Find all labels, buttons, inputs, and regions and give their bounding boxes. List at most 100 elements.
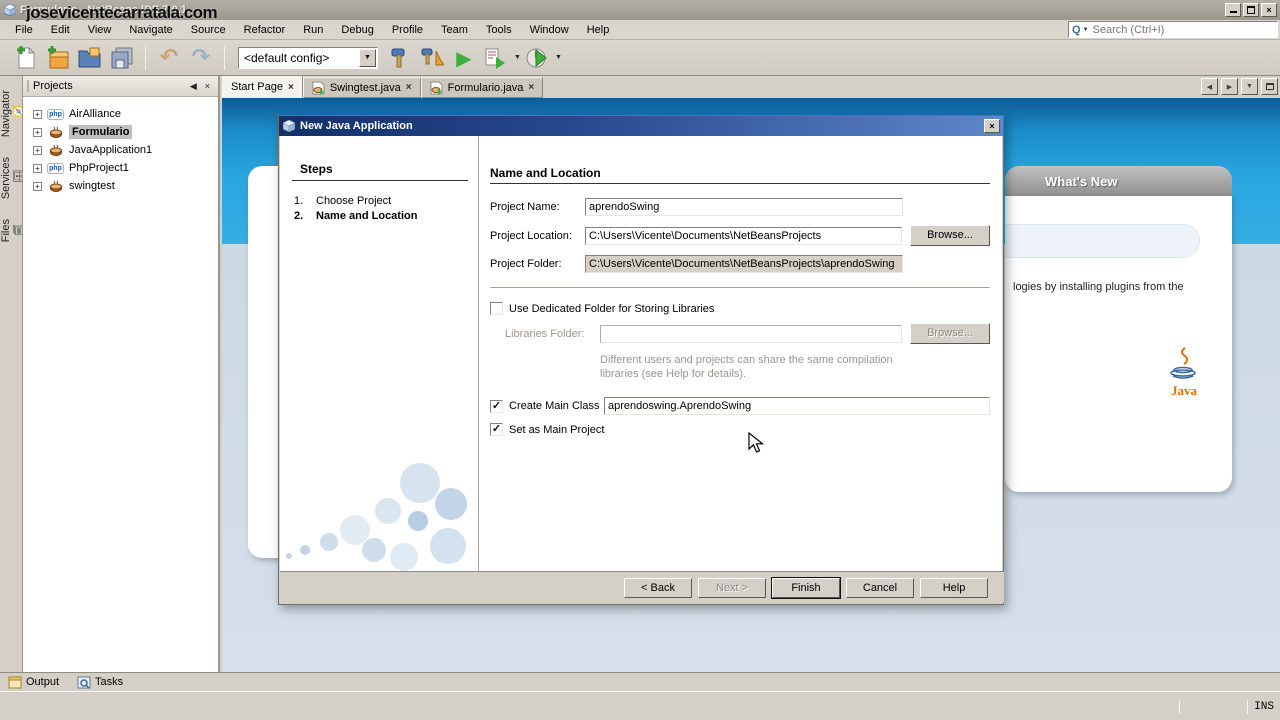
help-button[interactable]: Help [920, 577, 988, 598]
search-dropdown-icon[interactable]: ▼ [1083, 27, 1089, 33]
close-tab-icon[interactable]: × [406, 82, 412, 93]
menu-team[interactable]: Team [432, 22, 477, 38]
close-tab-icon[interactable]: × [288, 82, 294, 93]
debug-dropdown-icon[interactable]: ▼ [514, 54, 521, 61]
create-main-class-input[interactable]: aprendoswing.AprendoSwing [604, 397, 990, 415]
tab-formulario-java[interactable]: Formulario.java × [420, 77, 544, 98]
menu-help[interactable]: Help [578, 22, 619, 38]
tree-row-javaapplication1[interactable]: + JavaApplication1 [23, 141, 218, 159]
tasks-tab[interactable]: Tasks [77, 676, 123, 689]
menu-file[interactable]: File [6, 22, 42, 38]
profile-button[interactable] [523, 44, 551, 72]
debug-button[interactable] [482, 44, 510, 72]
projects-panel-title: Projects [27, 80, 186, 92]
new-project-button[interactable] [44, 44, 72, 72]
close-panel-icon[interactable]: × [201, 81, 214, 91]
menu-window[interactable]: Window [521, 22, 578, 38]
tree-row-phpproject1[interactable]: + php PhpProject1 [23, 159, 218, 177]
tab-list-button[interactable]: ▼ [1241, 78, 1258, 95]
redo-button[interactable]: ↷ [187, 44, 215, 72]
close-button[interactable]: × [1261, 3, 1277, 17]
status-divider [1179, 700, 1180, 714]
set-main-project-row: ✓ Set as Main Project [490, 423, 990, 436]
run-button[interactable]: ▶ [450, 44, 478, 72]
next-button: Next > [698, 577, 766, 598]
whats-new-header: What's New [1005, 166, 1232, 196]
config-value: <default config> [244, 50, 330, 65]
quick-search[interactable]: Q ▼ [1068, 21, 1278, 38]
dialog-titlebar[interactable]: New Java Application [279, 116, 1003, 136]
project-folder-label: Project Folder: [490, 258, 562, 270]
tab-start-page[interactable]: Start Page × [222, 76, 303, 98]
config-select[interactable]: <default config> ▼ [238, 46, 378, 69]
profile-dropdown-icon[interactable]: ▼ [555, 54, 562, 61]
new-file-icon [17, 45, 36, 68]
scroll-tabs-left-button[interactable]: ◀ [1201, 78, 1218, 95]
minimize-button[interactable] [1225, 3, 1241, 17]
expand-icon[interactable]: + [33, 163, 42, 173]
new-file-button[interactable] [12, 44, 40, 72]
browse-location-button[interactable]: Browse... [910, 225, 990, 246]
menu-debug[interactable]: Debug [332, 22, 382, 38]
menu-run[interactable]: Run [294, 22, 332, 38]
tasks-icon [77, 676, 91, 689]
php-project-icon: php [47, 108, 64, 120]
dialog-close-button[interactable]: × [984, 119, 1000, 133]
search-input[interactable] [1092, 23, 1277, 36]
menu-view[interactable]: View [79, 22, 121, 38]
menu-edit[interactable]: Edit [42, 22, 79, 38]
java-file-icon [312, 81, 325, 95]
clean-build-icon [421, 48, 444, 65]
minimize-panel-icon[interactable]: ◀ [186, 81, 201, 92]
undo-button[interactable]: ↶ [155, 44, 183, 72]
dialog-title: New Java Application [300, 120, 413, 132]
navigator-tab-label: Navigator [0, 90, 12, 138]
close-icon: × [1266, 5, 1272, 15]
tree-row-formulario[interactable]: + Formulario [23, 123, 218, 141]
java-logo: Java [1164, 346, 1204, 399]
menu-navigate[interactable]: Navigate [120, 22, 181, 38]
libraries-folder-label: Libraries Folder: [505, 327, 585, 340]
menu-refactor[interactable]: Refactor [235, 22, 295, 38]
maximize-editor-button[interactable] [1261, 78, 1278, 95]
profile-icon [526, 48, 547, 67]
close-tab-icon[interactable]: × [528, 82, 534, 93]
back-button[interactable]: < Back [624, 577, 692, 598]
restore-button[interactable] [1243, 3, 1259, 17]
output-icon [8, 676, 22, 688]
project-location-input[interactable]: C:\Users\Vicente\Documents\NetBeansProje… [585, 226, 902, 245]
project-location-label: Project Location: [490, 229, 572, 242]
projects-panel-header: Projects ◀ × [23, 76, 218, 97]
expand-icon[interactable]: + [33, 127, 42, 137]
create-main-class-checkbox[interactable]: ✓ [490, 399, 503, 413]
expand-icon[interactable]: + [33, 145, 42, 155]
wizard-content-panel: Name and Location Project Name: aprendoS… [480, 136, 1002, 573]
expand-icon[interactable]: + [33, 109, 42, 119]
dedicated-folder-checkbox[interactable] [490, 302, 503, 315]
finish-button[interactable]: Finish [771, 576, 841, 599]
scroll-tabs-right-button[interactable]: ▶ [1221, 78, 1238, 95]
save-all-button[interactable] [108, 44, 136, 72]
cancel-button[interactable]: Cancel [846, 577, 914, 598]
browse-libraries-button: Browse... [910, 323, 990, 344]
project-name-input[interactable]: aprendoSwing [585, 198, 903, 216]
create-main-class-row: ✓ Create Main Class aprendoswing.Aprendo… [490, 397, 990, 415]
tab-swingtest-java[interactable]: Swingtest.java × [302, 77, 421, 98]
project-folder-row: Project Folder: C:\Users\Vicente\Documen… [490, 255, 990, 273]
netbeans-window: Formulario - NetBeans IDE 7.0.1 × josevi… [0, 0, 1280, 720]
main-toolbar: ↶ ↷ <default config> ▼ ▶ ▼ ▼ [0, 40, 1280, 76]
project-folder-field: C:\Users\Vicente\Documents\NetBeansProje… [585, 255, 903, 273]
open-project-icon [78, 47, 101, 67]
build-button[interactable] [386, 44, 414, 72]
tree-row-airalliance[interactable]: + php AirAlliance [23, 105, 218, 123]
clean-build-button[interactable] [418, 44, 446, 72]
menu-profile[interactable]: Profile [383, 22, 432, 38]
menu-tools[interactable]: Tools [477, 22, 521, 38]
config-dropdown-icon[interactable]: ▼ [359, 48, 376, 67]
tree-row-swingtest[interactable]: + swingtest [23, 177, 218, 195]
menu-source[interactable]: Source [182, 22, 235, 38]
output-tab[interactable]: Output [8, 676, 59, 689]
set-main-project-checkbox[interactable]: ✓ [490, 423, 503, 436]
expand-icon[interactable]: + [33, 181, 42, 191]
open-project-button[interactable] [76, 44, 104, 72]
